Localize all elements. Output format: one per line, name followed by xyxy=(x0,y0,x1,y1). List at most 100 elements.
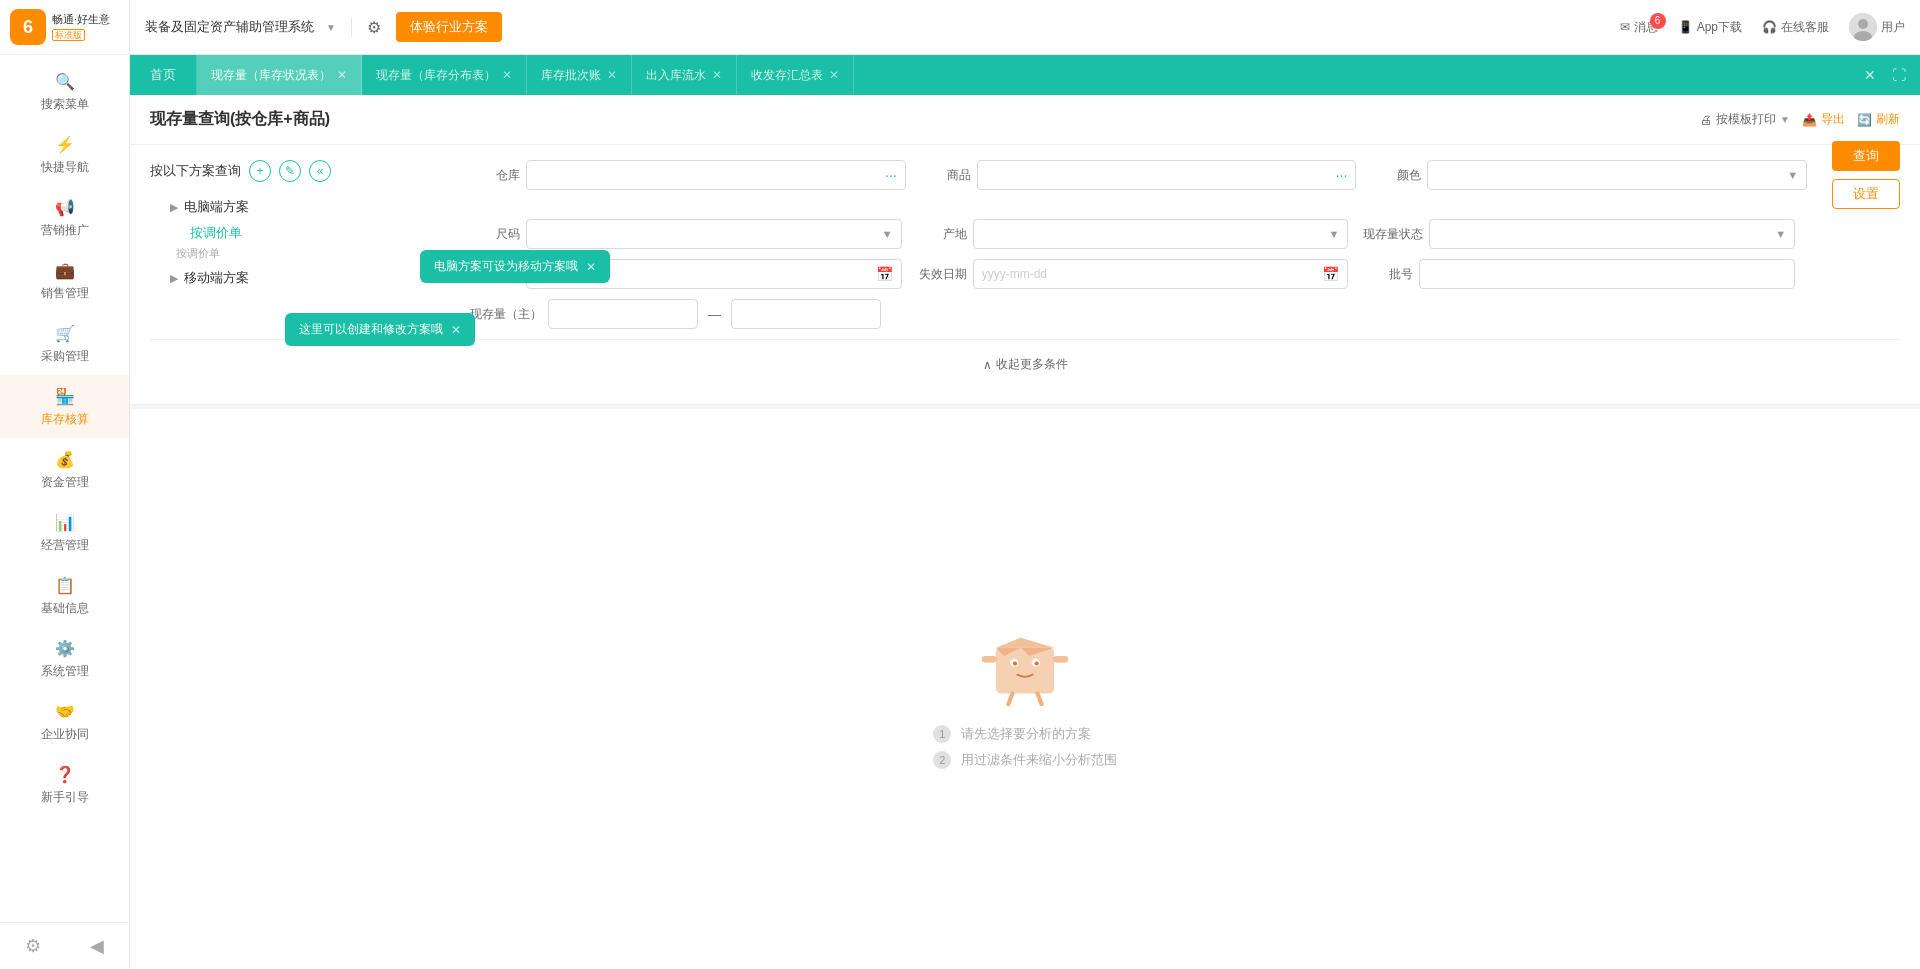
empty-state: 1 请先选择要分析的方案 2 用过滤条件来缩小分析范围 xyxy=(130,409,1920,969)
svg-point-6 xyxy=(1013,661,1017,665)
tab-close-collect-summary[interactable]: ✕ xyxy=(829,68,839,82)
sidebar: 6 畅通·好生意 标准版 🔍 搜索菜单 ⚡ 快捷导航 📢 营销推广 💼 销售管理… xyxy=(0,0,130,969)
collapse-btn[interactable]: ∧ 收起更多条件 xyxy=(150,348,1900,381)
stock-main-label: 现存量（主） xyxy=(470,306,542,323)
marketing-icon: 📢 xyxy=(54,196,76,218)
sidebar-item-inventory[interactable]: 🏪 库存核算 xyxy=(0,375,129,438)
sales-icon: 💼 xyxy=(54,259,76,281)
tab-close-all-btn[interactable]: ✕ xyxy=(1860,65,1880,85)
tab-close-inventory-dist[interactable]: ✕ xyxy=(502,68,512,82)
warehouse-select[interactable]: ··· xyxy=(526,160,906,190)
messages-btn[interactable]: ✉ 消息 6 xyxy=(1620,19,1658,36)
export-btn[interactable]: 📤 导出 xyxy=(1802,111,1845,128)
stock-status-arrow-icon: ▼ xyxy=(1775,228,1786,240)
tab-close-inout-flow[interactable]: ✕ xyxy=(712,68,722,82)
inventory-icon: 🏪 xyxy=(54,385,76,407)
expiry-date-input[interactable]: yyyy-mm-dd 📅 xyxy=(973,259,1349,289)
sidebar-item-enterprise[interactable]: 🤝 企业协同 xyxy=(0,690,129,753)
warehouse-dots: ··· xyxy=(885,167,897,183)
reset-btn[interactable]: 设置 xyxy=(1832,179,1900,209)
topbar-right: ✉ 消息 6 📱 App下载 🎧 在线客服 用户 xyxy=(1620,13,1905,41)
sidebar-item-guide[interactable]: ❓ 新手引导 xyxy=(0,753,129,816)
add-tooltip-close[interactable]: ✕ xyxy=(586,260,596,274)
sidebar-item-search[interactable]: 🔍 搜索菜单 xyxy=(0,60,129,123)
filter-batch-field: 批号 xyxy=(1363,259,1795,289)
sidebar-logo: 6 畅通·好生意 标准版 xyxy=(0,0,129,55)
goods-select[interactable]: ··· xyxy=(977,160,1357,190)
filter-expiry-date-field: 失效日期 yyyy-mm-dd 📅 xyxy=(917,259,1349,289)
trial-btn[interactable]: 体验行业方案 xyxy=(396,12,502,42)
template-print-btn[interactable]: 🖨 按模板打印 ▼ xyxy=(1700,111,1790,128)
tab-inventory-dist[interactable]: 现存量（库存分布表） ✕ xyxy=(362,55,527,95)
content-header: 现存量查询(按仓库+商品) 🖨 按模板打印 ▼ 📤 导出 🔄 刷新 xyxy=(130,95,1920,145)
user-avatar xyxy=(1849,13,1877,41)
collapse-sidebar-btn[interactable]: ◀ xyxy=(86,931,108,961)
filter-goods-field: 商品 ··· xyxy=(921,160,1357,190)
batch-input[interactable] xyxy=(1419,259,1795,289)
tab-inventory-status[interactable]: 现存量（库存状况表） ✕ xyxy=(197,55,362,95)
origin-select[interactable]: ▼ xyxy=(973,219,1349,249)
filter-fields: 仓库 ··· 商品 ··· 颜色 xyxy=(470,141,1900,329)
query-action-btns: 查询 设置 xyxy=(1832,141,1900,209)
svg-rect-8 xyxy=(982,656,997,663)
print-arrow-icon: ▼ xyxy=(1780,114,1790,125)
edit-tooltip-close[interactable]: ✕ xyxy=(451,323,461,337)
warehouse-label: 仓库 xyxy=(470,167,520,184)
scheme-arrow-btn[interactable]: « xyxy=(309,160,331,182)
sidebar-item-operation[interactable]: 📊 经营管理 xyxy=(0,501,129,564)
svg-line-10 xyxy=(1008,693,1012,704)
svg-line-11 xyxy=(1038,693,1042,704)
tab-inout-flow[interactable]: 出入库流水 ✕ xyxy=(632,55,737,95)
tab-right-btns: ✕ ⛶ xyxy=(1850,55,1920,95)
tab-close-inventory-status[interactable]: ✕ xyxy=(337,68,347,82)
sidebar-item-marketing[interactable]: 📢 营销推广 xyxy=(0,186,129,249)
basic-icon: 📋 xyxy=(54,574,76,596)
scheme-pc-arrow: ▶ xyxy=(170,201,178,214)
stock-main-start-input[interactable] xyxy=(548,299,698,329)
empty-content: 1 请先选择要分析的方案 2 用过滤条件来缩小分析范围 xyxy=(933,606,1117,773)
stock-status-label: 现存量状态 xyxy=(1363,226,1423,243)
guide-icon: ❓ xyxy=(54,763,76,785)
add-scheme-btn[interactable]: + xyxy=(249,160,271,182)
purchase-icon: 🛒 xyxy=(54,322,76,344)
sidebar-item-system[interactable]: ⚙️ 系统管理 xyxy=(0,627,129,690)
stock-main-end-input[interactable] xyxy=(731,299,881,329)
query-btn[interactable]: 查询 xyxy=(1832,141,1900,171)
refresh-btn[interactable]: 🔄 刷新 xyxy=(1857,111,1900,128)
filter-label: 按以下方案查询 xyxy=(150,162,241,180)
print-icon: 🖨 xyxy=(1700,113,1712,127)
system-icon: ⚙️ xyxy=(54,637,76,659)
empty-step-2: 2 用过滤条件来缩小分析范围 xyxy=(933,747,1117,773)
tab-maximize-btn[interactable]: ⛶ xyxy=(1888,65,1910,85)
topbar-divider xyxy=(351,17,352,37)
expiry-date-icon: 📅 xyxy=(1322,266,1339,282)
prod-date-icon: 📅 xyxy=(876,266,893,282)
color-select[interactable]: ▼ xyxy=(1427,160,1807,190)
size-select[interactable]: ▼ xyxy=(526,219,902,249)
svg-rect-9 xyxy=(1053,656,1068,663)
sidebar-item-finance[interactable]: 💰 资金管理 xyxy=(0,438,129,501)
sidebar-item-sales[interactable]: 💼 销售管理 xyxy=(0,249,129,312)
tab-home[interactable]: 首页 xyxy=(130,55,197,95)
size-label: 尺码 xyxy=(470,226,520,243)
scheme-mobile-arrow: ▶ xyxy=(170,272,178,285)
user-menu-btn[interactable]: 用户 xyxy=(1849,13,1905,41)
settings-bottom-btn[interactable]: ⚙ xyxy=(21,931,45,961)
search-icon: 🔍 xyxy=(54,70,76,92)
page-title: 现存量查询(按仓库+商品) xyxy=(150,109,330,130)
sidebar-item-quick[interactable]: ⚡ 快捷导航 xyxy=(0,123,129,186)
edit-scheme-btn[interactable]: ✎ xyxy=(279,160,301,182)
system-arrow-icon: ▼ xyxy=(326,22,336,33)
sidebar-item-purchase[interactable]: 🛒 采购管理 xyxy=(0,312,129,375)
tab-close-batch-ledger[interactable]: ✕ xyxy=(607,68,617,82)
stock-status-select[interactable]: ▼ xyxy=(1429,219,1795,249)
sidebar-item-basic[interactable]: 📋 基础信息 xyxy=(0,564,129,627)
logo-text: 畅通·好生意 标准版 xyxy=(52,12,110,43)
main-area: 装备及固定资产辅助管理系统 ▼ ⚙ 体验行业方案 ✉ 消息 6 📱 App下载 … xyxy=(130,0,1920,969)
system-name-area: 装备及固定资产辅助管理系统 ▼ xyxy=(145,18,336,36)
tab-batch-ledger[interactable]: 库存批次账 ✕ xyxy=(527,55,632,95)
online-service-btn[interactable]: 🎧 在线客服 xyxy=(1762,19,1829,36)
topbar-settings-btn[interactable]: ⚙ xyxy=(367,18,381,37)
app-download-btn[interactable]: 📱 App下载 xyxy=(1678,19,1742,36)
tab-collect-summary[interactable]: 收发存汇总表 ✕ xyxy=(737,55,854,95)
